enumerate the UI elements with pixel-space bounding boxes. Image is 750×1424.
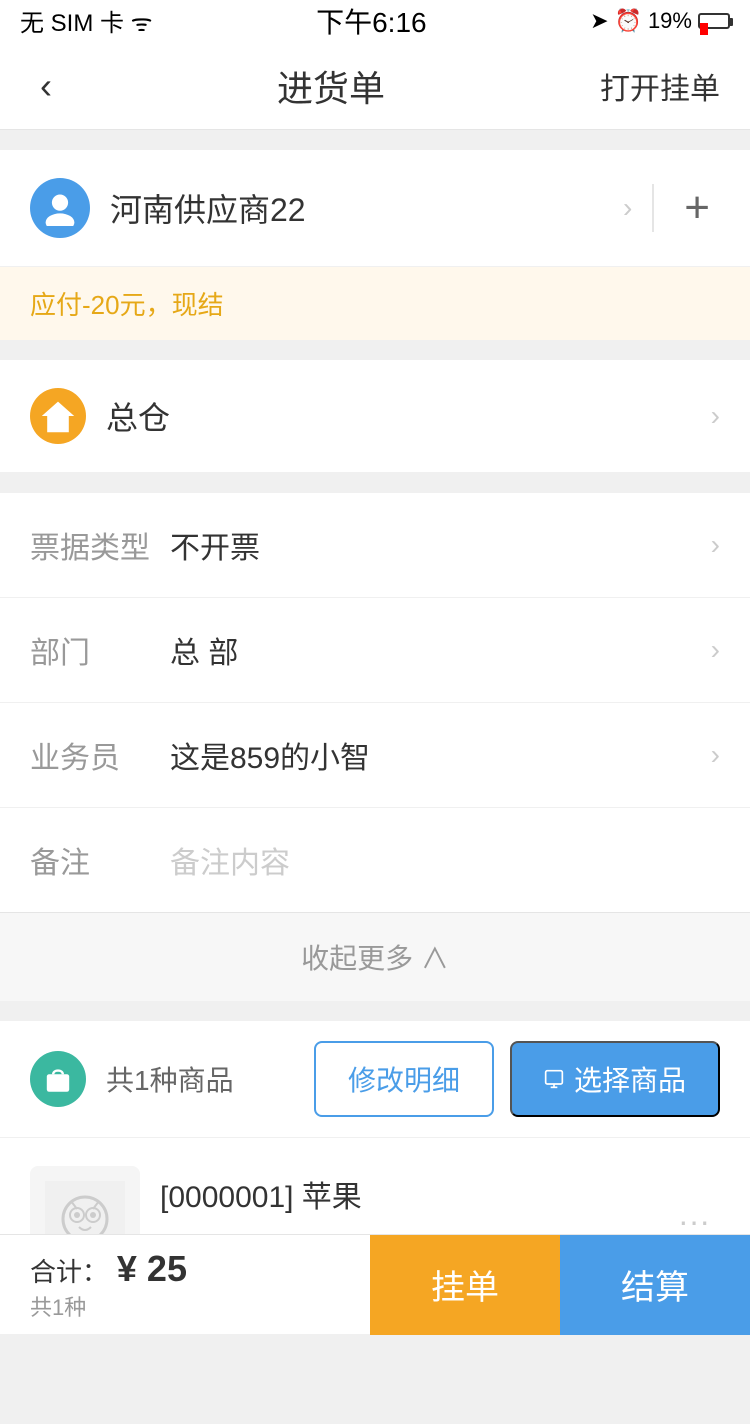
total-label: 合计：: [30, 1257, 108, 1287]
products-icon: [30, 1051, 86, 1107]
status-bar: 无 SIM 卡 ᯤ 下午6:16 ➤ ⏰ 19%: [0, 0, 750, 42]
invoice-value: 不开票: [170, 523, 701, 567]
collapse-button[interactable]: 收起更多 ∧: [0, 912, 750, 1001]
chevron-right-icon: ›: [623, 192, 632, 224]
gap-3: [0, 472, 750, 492]
select-product-icon: [544, 1069, 564, 1089]
person-icon: [42, 190, 78, 226]
open-pending-button[interactable]: 打开挂单: [600, 64, 720, 108]
form-section: 票据类型 不开票 › 部门 总 部 › 业务员 这是859的小智 › 备注 备注…: [0, 492, 750, 1001]
gap-1: [0, 130, 750, 150]
salesperson-label: 业务员: [30, 733, 170, 777]
supplier-row[interactable]: 河南供应商22 › +: [0, 150, 750, 267]
salesperson-value: 这是859的小智: [170, 733, 701, 777]
supplier-section: 河南供应商22 › + 应付-20元，现结: [0, 150, 750, 340]
alarm-icon: ⏰: [615, 8, 642, 34]
notice-bar: 应付-20元，现结: [0, 267, 750, 340]
house-icon: [40, 398, 76, 434]
salesperson-row[interactable]: 业务员 这是859的小智 ›: [0, 702, 750, 807]
select-product-label: 选择商品: [574, 1059, 686, 1099]
edit-detail-button[interactable]: 修改明细: [314, 1041, 494, 1117]
status-right: ➤ ⏰ 19%: [590, 8, 730, 34]
chevron-right-icon-salesperson: ›: [711, 739, 720, 771]
invoice-row[interactable]: 票据类型 不开票 ›: [0, 492, 750, 597]
settle-button[interactable]: 结算: [560, 1235, 750, 1335]
bottom-bar: 合计： ¥ 25 共1种 挂单 结算: [0, 1234, 750, 1334]
page-title: 进货单: [277, 60, 385, 112]
warehouse-row[interactable]: 总仓 ›: [0, 360, 750, 472]
dept-label: 部门: [30, 628, 170, 672]
dept-value: 总 部: [170, 628, 701, 672]
location-icon: ➤: [590, 8, 608, 34]
total-line: 合计： ¥ 25: [30, 1248, 340, 1290]
total-amount: ¥ 25: [117, 1248, 187, 1289]
remark-label: 备注: [30, 838, 170, 882]
supplier-name: 河南供应商22: [110, 185, 613, 231]
warehouse-name: 总仓: [106, 393, 701, 439]
total-count: 共1种: [30, 1290, 340, 1322]
total-section: 合计： ¥ 25 共1种: [0, 1248, 370, 1322]
dept-row[interactable]: 部门 总 部 ›: [0, 597, 750, 702]
products-header: 共1种商品 修改明细 选择商品: [0, 1021, 750, 1137]
nav-bar: ‹ 进货单 打开挂单: [0, 42, 750, 130]
sim-status: 无 SIM 卡 ᯤ: [20, 3, 153, 39]
status-left: 无 SIM 卡 ᯤ: [20, 3, 153, 39]
status-time: 下午6:16: [316, 1, 427, 41]
supplier-divider: [652, 184, 654, 232]
warehouse-section: 总仓 ›: [0, 360, 750, 472]
add-supplier-button[interactable]: +: [674, 183, 720, 233]
products-count: 共1种商品: [106, 1059, 314, 1099]
gap-4: [0, 1001, 750, 1021]
battery-icon: [698, 13, 730, 29]
product-name: [0000001] 苹果: [160, 1172, 668, 1216]
supplier-avatar: [30, 178, 90, 238]
chevron-right-icon-warehouse: ›: [711, 400, 720, 432]
back-button[interactable]: ‹: [30, 55, 62, 117]
remark-row[interactable]: 备注 备注内容: [0, 807, 750, 912]
bag-icon: [42, 1063, 74, 1095]
warehouse-icon: [30, 388, 86, 444]
battery-level: 19%: [648, 8, 692, 34]
chevron-right-icon-dept: ›: [711, 634, 720, 666]
select-product-button[interactable]: 选择商品: [510, 1041, 720, 1117]
invoice-label: 票据类型: [30, 523, 170, 567]
remark-placeholder: 备注内容: [170, 838, 720, 882]
hang-button[interactable]: 挂单: [370, 1235, 560, 1335]
gap-2: [0, 340, 750, 360]
chevron-right-icon-invoice: ›: [711, 529, 720, 561]
